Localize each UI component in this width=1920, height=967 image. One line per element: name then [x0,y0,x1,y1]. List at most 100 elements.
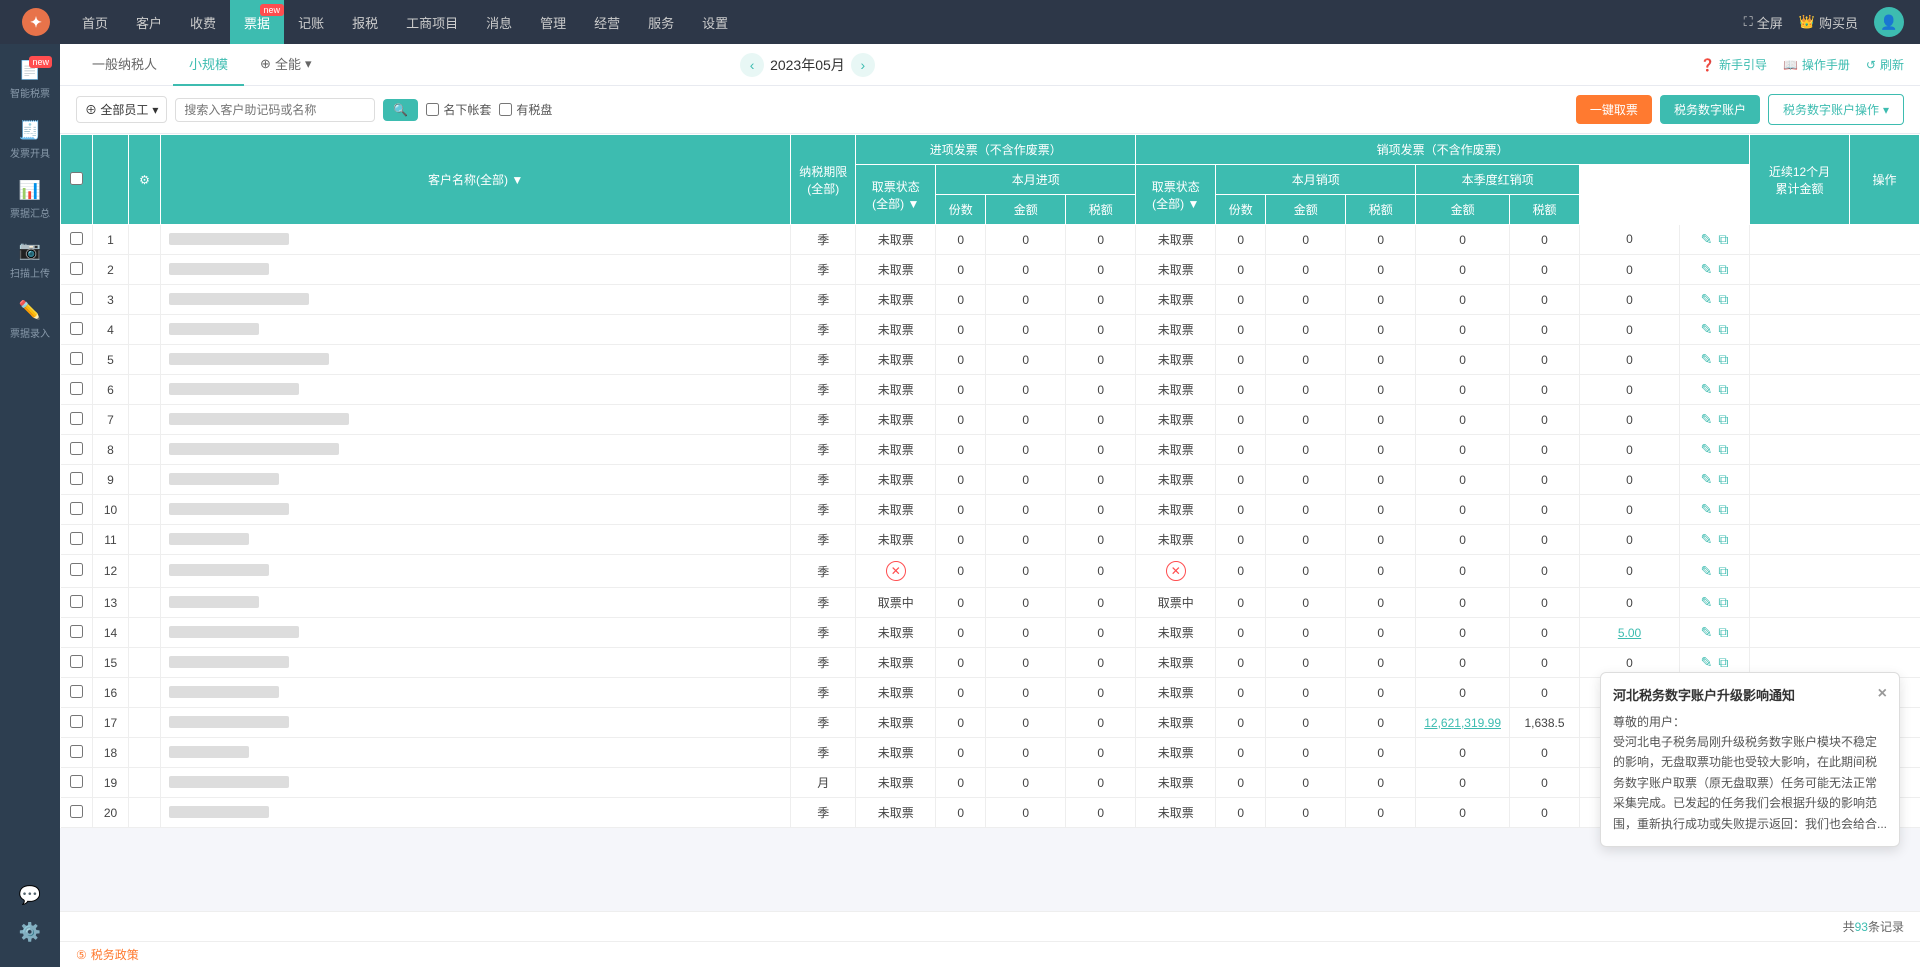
col-out-status-header[interactable]: 取票状态(全部) ▼ [1136,165,1216,225]
tab-general-taxpayer[interactable]: 一般纳税人 [76,44,173,86]
member-btn[interactable]: 👑 购买员 [1799,13,1858,32]
edit-icon[interactable]: ✎ [1701,351,1713,368]
month12-link[interactable]: 5.00 [1618,626,1641,640]
nav-item-message[interactable]: 消息 [472,0,526,44]
search-button[interactable]: 🔍 [383,99,418,121]
notify-close-btn[interactable]: × [1878,685,1887,704]
select-all-checkbox[interactable] [70,172,83,185]
nav-item-business[interactable]: 工商项目 [392,0,472,44]
copy-icon[interactable]: ⧉ [1718,351,1728,368]
edit-icon[interactable]: ✎ [1701,231,1713,248]
sidebar-item-scan-upload[interactable]: 📷 扫描上传 [2,232,58,288]
copy-icon[interactable]: ⧉ [1718,471,1728,488]
row-in-status: 未取票 [856,225,936,255]
row-checkbox[interactable] [70,322,83,335]
tab-all-type[interactable]: ⊕全能 ▾ [244,44,327,86]
sidebar-item-ticket-summary[interactable]: 📊 票据汇总 [2,172,58,228]
edit-icon[interactable]: ✎ [1701,471,1713,488]
search-input[interactable] [175,98,375,122]
tax-account-operations-btn[interactable]: 税务数字账户操作 ▾ [1768,94,1904,125]
row-checkbox[interactable] [70,805,83,818]
fullscreen-btn[interactable]: ⛶ 全屏 [1744,13,1783,32]
row-checkbox[interactable] [70,382,83,395]
row-checkbox[interactable] [70,563,83,576]
row-checkbox[interactable] [70,745,83,758]
copy-icon[interactable]: ⧉ [1718,624,1728,641]
row-checkbox[interactable] [70,775,83,788]
row-checkbox[interactable] [70,292,83,305]
edit-icon[interactable]: ✎ [1701,501,1713,518]
prev-month-btn[interactable]: ‹ [740,53,764,77]
nav-item-ticket[interactable]: 票据 new [230,0,284,44]
row-checkbox[interactable] [70,502,83,515]
nav-item-fee[interactable]: 收费 [176,0,230,44]
copy-icon[interactable]: ⧉ [1718,411,1728,428]
edit-icon[interactable]: ✎ [1701,411,1713,428]
copy-icon[interactable]: ⧉ [1718,231,1728,248]
row-checkbox[interactable] [70,625,83,638]
edit-icon[interactable]: ✎ [1701,654,1713,671]
nav-item-tax[interactable]: 报税 [338,0,392,44]
sidebar-item-ticket-entry[interactable]: ✏️ 票据录入 [2,292,58,348]
copy-icon[interactable]: ⧉ [1718,563,1728,580]
sidebar-item-settings[interactable]: ⚙️ [2,914,58,951]
edit-icon[interactable]: ✎ [1701,624,1713,641]
copy-icon[interactable]: ⧉ [1718,594,1728,611]
copy-icon[interactable]: ⧉ [1718,441,1728,458]
col-name-header[interactable]: 客户名称(全部) ▼ [161,135,791,225]
tax-policy-bar[interactable]: ⑤ 税务政策 [60,941,1920,967]
edit-icon[interactable]: ✎ [1701,261,1713,278]
row-checkbox[interactable] [70,472,83,485]
row-checkbox[interactable] [70,595,83,608]
nav-item-operation[interactable]: 经营 [580,0,634,44]
row-checkbox[interactable] [70,655,83,668]
row-checkbox[interactable] [70,412,83,425]
table-row: 5 季 未取票 0 0 0 未取票 0 0 0 0 0 0 ✎ ⧉ [61,345,1920,375]
nav-item-manage[interactable]: 管理 [526,0,580,44]
copy-icon[interactable]: ⧉ [1718,381,1728,398]
employee-select[interactable]: ⊕ 全部员工 ▾ [76,96,167,123]
avatar[interactable]: 👤 [1874,7,1904,37]
manual-btn[interactable]: 📖 操作手册 [1783,56,1850,73]
row-checkbox[interactable] [70,232,83,245]
row-checkbox[interactable] [70,532,83,545]
nav-item-home[interactable]: 首页 [68,0,122,44]
edit-icon[interactable]: ✎ [1701,531,1713,548]
one-click-ticket-btn[interactable]: 一键取票 [1576,95,1652,124]
copy-icon[interactable]: ⧉ [1718,261,1728,278]
red-amount-link[interactable]: 12,621,319.99 [1424,716,1501,730]
row-actions: ✎ ⧉ [1680,465,1750,495]
nav-item-settings[interactable]: 设置 [688,0,742,44]
tax-account-btn[interactable]: 税务数字账户 [1660,95,1760,124]
copy-icon[interactable]: ⧉ [1718,654,1728,671]
row-checkbox[interactable] [70,442,83,455]
row-checkbox[interactable] [70,262,83,275]
edit-icon[interactable]: ✎ [1701,563,1713,580]
nav-item-customer[interactable]: 客户 [122,0,176,44]
edit-icon[interactable]: ✎ [1701,291,1713,308]
sidebar-item-smart-ticket[interactable]: 📄 智能税票 new [2,52,58,108]
copy-icon[interactable]: ⧉ [1718,321,1728,338]
copy-icon[interactable]: ⧉ [1718,531,1728,548]
refresh-btn[interactable]: ↺ 刷新 [1866,56,1904,73]
edit-icon[interactable]: ✎ [1701,321,1713,338]
sidebar-item-invoice-open[interactable]: 🧾 发票开具 [2,112,58,168]
tab-small-scale[interactable]: 小规模 [173,44,244,86]
copy-icon[interactable]: ⧉ [1718,501,1728,518]
edit-icon[interactable]: ✎ [1701,441,1713,458]
row-checkbox[interactable] [70,715,83,728]
row-checkbox[interactable] [70,352,83,365]
copy-icon[interactable]: ⧉ [1718,291,1728,308]
checkbox-subledger[interactable]: 名下帐套 [426,101,491,118]
col-in-status-header[interactable]: 取票状态(全部) ▼ [856,165,936,225]
checkbox-taxdisk[interactable]: 有税盘 [499,101,552,118]
edit-icon[interactable]: ✎ [1701,594,1713,611]
new-guide-btn[interactable]: ❓ 新手引导 [1700,56,1767,73]
col-out-count-header: 份数 [1216,195,1266,225]
nav-item-accounting[interactable]: 记账 [284,0,338,44]
edit-icon[interactable]: ✎ [1701,381,1713,398]
next-month-btn[interactable]: › [851,53,875,77]
row-checkbox[interactable] [70,685,83,698]
nav-item-service[interactable]: 服务 [634,0,688,44]
sidebar-item-chat[interactable]: 💬 [2,877,58,914]
